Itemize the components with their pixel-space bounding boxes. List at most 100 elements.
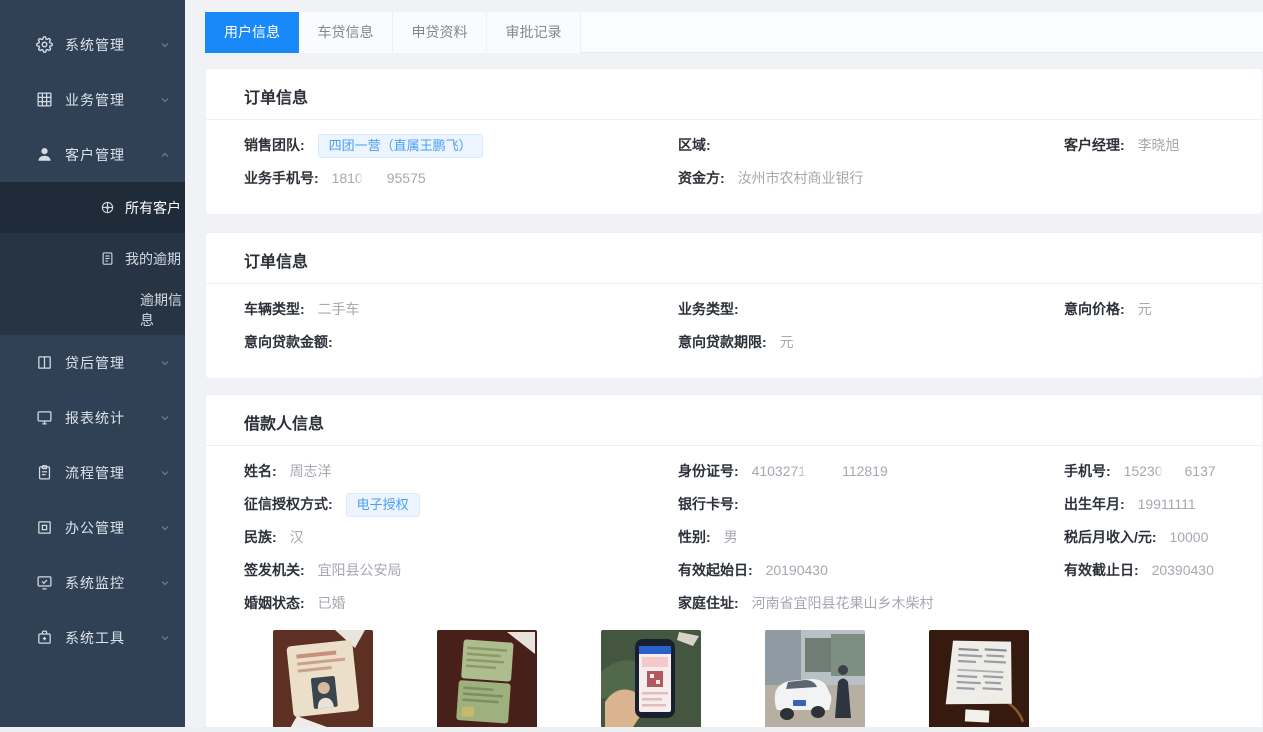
field-income: 税后月收入/元: 10000 — [1064, 521, 1252, 554]
phone-qr-photo — [601, 630, 701, 730]
field-address: 家庭住址: 河南省宜阳县花果山乡木柴村 — [678, 587, 1064, 620]
field-business-type: 业务类型: — [678, 293, 1064, 326]
sidebar-item-label: 贷后管理 — [65, 353, 159, 373]
sidebar-item-overdue-info[interactable]: 逾期信息 — [0, 284, 185, 335]
monitor-icon — [36, 409, 53, 426]
tab-loan-application-docs[interactable]: 申贷资料 — [393, 12, 487, 53]
field-intended-loan-term: 意向贷款期限: 元 — [678, 326, 1064, 359]
chevron-down-icon — [159, 412, 171, 424]
id-card-photo — [273, 630, 373, 730]
field-valid-to: 有效截止日: 20390430 — [1064, 554, 1252, 587]
sidebar-item-label: 办公管理 — [65, 518, 159, 538]
photo-thumbnail-auth-qr[interactable]: 授权截图 — [601, 630, 701, 732]
field-ethnicity: 民族: 汉 — [244, 521, 678, 554]
sales-team-tag: 四团一营（直属王鹏飞） — [318, 134, 483, 158]
field-issuing-authority: 签发机关: 宜阳县公安局 — [244, 554, 678, 587]
sidebar-item-label: 流程管理 — [65, 463, 159, 483]
field-birth: 出生年月: 19911111 — [1064, 488, 1252, 521]
photo-thumbnail-id-card[interactable]: 身份证照 — [273, 630, 373, 732]
photo-thumbnail-household-booklet[interactable]: 整本户口本 — [437, 630, 537, 732]
photo-gallery: 身份证照 — [273, 630, 1252, 732]
tab-bar: 用户信息 车贷信息 申贷资料 审批记录 — [205, 12, 1263, 53]
person-car-photo — [765, 630, 865, 730]
card-title: 订单信息 — [206, 69, 1262, 120]
sidebar-item-label: 客户管理 — [65, 145, 159, 165]
archive-icon — [36, 519, 53, 536]
clipboard-icon — [36, 464, 53, 481]
field-funder: 资金方: 汝州市农村商业银行 — [678, 162, 1064, 195]
sidebar-item-post-loan-management[interactable]: 贷后管理 — [0, 335, 185, 390]
sidebar-item-label: 逾期信息 — [140, 290, 185, 330]
field-id-number: 身份证号: 4103271112819 — [678, 455, 1064, 488]
sidebar-item-system-tools[interactable]: 系统工具 — [0, 610, 185, 665]
sidebar-item-office-management[interactable]: 办公管理 — [0, 500, 185, 555]
sidebar-item-label: 报表统计 — [65, 408, 159, 428]
grid-icon — [36, 91, 53, 108]
main-content: 用户信息 车贷信息 申贷资料 审批记录 订单信息 销售团队: 四团一营（直属王鹏… — [185, 0, 1263, 732]
sidebar-item-process-management[interactable]: 流程管理 — [0, 445, 185, 500]
chevron-down-icon — [159, 467, 171, 479]
field-account-manager: 客户经理: 李晓旭 — [1064, 129, 1252, 162]
field-name: 姓名: 周志洋 — [244, 455, 678, 488]
field-gender: 性别: 男 — [678, 521, 1064, 554]
field-mobile: 手机号: 152306137 — [1064, 455, 1252, 488]
sidebar-item-label: 系统管理 — [65, 35, 159, 55]
book-icon — [36, 354, 53, 371]
sidebar: 系统管理 业务管理 客户管理 所有客户 — [0, 0, 185, 732]
card-title: 借款人信息 — [206, 395, 1262, 446]
chevron-down-icon — [159, 632, 171, 644]
redacted-blur — [807, 466, 841, 479]
document-icon — [100, 251, 115, 266]
field-intended-price: 意向价格: 元 — [1064, 293, 1252, 326]
sidebar-item-label: 系统工具 — [65, 628, 159, 648]
card-title: 订单信息 — [206, 233, 1262, 284]
field-bank-card: 银行卡号: — [678, 488, 1064, 521]
field-business-phone: 业务手机号: 181095575 — [244, 162, 678, 195]
field-credit-auth: 征信授权方式: 电子授权 — [244, 488, 678, 521]
toolbox-icon — [36, 629, 53, 646]
photo-thumbnail-document[interactable]: 其他材料 — [929, 630, 1029, 732]
chevron-down-icon — [159, 577, 171, 589]
chevron-down-icon — [159, 522, 171, 534]
sidebar-item-business-management[interactable]: 业务管理 — [0, 72, 185, 127]
order-info-card-2: 订单信息 车辆类型: 二手车 业务类型: 意向价格: 元 意向贷款金额: — [205, 232, 1263, 379]
field-spacer — [1064, 587, 1252, 620]
sidebar-item-all-customers[interactable]: 所有客户 — [0, 182, 185, 233]
tab-approval-records[interactable]: 审批记录 — [487, 12, 581, 53]
field-sales-team: 销售团队: 四团一营（直属王鹏飞） — [244, 129, 678, 162]
field-vehicle-type: 车辆类型: 二手车 — [244, 293, 678, 326]
user-icon — [36, 146, 53, 163]
chevron-down-icon — [159, 39, 171, 51]
sidebar-item-system-monitor[interactable]: 系统监控 — [0, 555, 185, 610]
chevron-up-icon — [159, 149, 171, 161]
chevron-down-icon — [159, 357, 171, 369]
tab-car-loan-info[interactable]: 车贷信息 — [299, 12, 393, 53]
sidebar-item-customer-management[interactable]: 客户管理 — [0, 127, 185, 182]
sidebar-submenu-customer: 所有客户 我的逾期 逾期信息 — [0, 182, 185, 335]
gear-icon — [36, 36, 53, 53]
field-region: 区域: — [678, 129, 1064, 162]
sidebar-item-label: 所有客户 — [125, 198, 181, 218]
credit-auth-tag: 电子授权 — [346, 493, 420, 517]
window-bottom-edge — [0, 727, 1263, 732]
sidebar-item-label: 业务管理 — [65, 90, 159, 110]
tab-user-info[interactable]: 用户信息 — [205, 12, 299, 53]
field-marital: 婚姻状态: 已婚 — [244, 587, 678, 620]
sidebar-item-my-overdue[interactable]: 我的逾期 — [0, 233, 185, 284]
sidebar-item-label: 我的逾期 — [125, 249, 181, 269]
sidebar-item-system-management[interactable]: 系统管理 — [0, 17, 185, 72]
photo-thumbnail-person-car[interactable]: 人车照 — [765, 630, 865, 732]
sidebar-item-label: 系统监控 — [65, 573, 159, 593]
field-intended-loan-amount: 意向贷款金额: — [244, 326, 678, 359]
sidebar-item-report-statistics[interactable]: 报表统计 — [0, 390, 185, 445]
redacted-blur — [364, 173, 386, 186]
app-root: 系统管理 业务管理 客户管理 所有客户 — [0, 0, 1263, 732]
household-booklet-photo — [437, 630, 537, 730]
monitor-check-icon — [36, 574, 53, 591]
chevron-down-icon — [159, 94, 171, 106]
borrower-info-card: 借款人信息 姓名: 周志洋 身份证号: 4103271112819 手机号: 1… — [205, 394, 1263, 732]
wheel-icon — [100, 200, 115, 215]
field-valid-from: 有效起始日: 20190430 — [678, 554, 1064, 587]
document-photo — [929, 630, 1029, 730]
redacted-blur — [1164, 466, 1184, 479]
